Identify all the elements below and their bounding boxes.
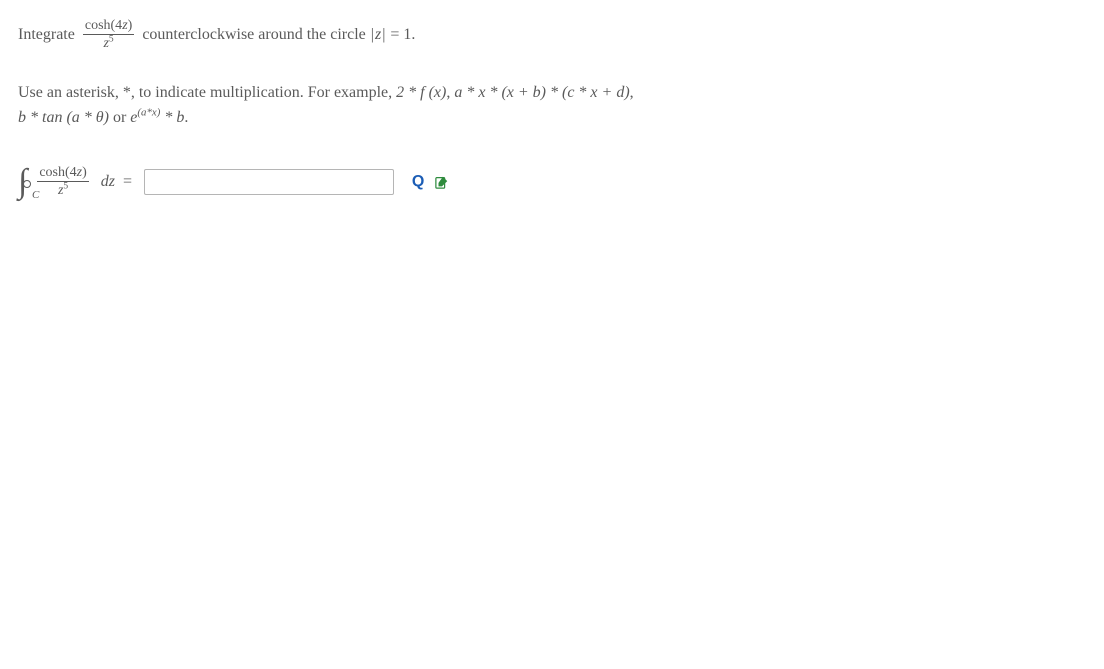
answer-denominator: z5 <box>58 182 68 198</box>
example-4: e(a*x) * b <box>130 109 184 126</box>
answer-input[interactable] <box>144 169 394 195</box>
pencil-box-icon <box>435 175 449 189</box>
example-2: a * x * (x + b) * (c * x + d) <box>454 84 629 101</box>
fraction-denominator: z5 <box>103 35 113 51</box>
answer-numerator: cosh(4z) <box>37 165 88 182</box>
dz-label: dz <box>101 171 115 193</box>
input-instruction: Use an asterisk, *, to indicate multipli… <box>18 80 1086 131</box>
contour-integral-symbol: ∫C <box>18 165 27 199</box>
answer-integrand: cosh(4z) z5 <box>37 165 88 199</box>
text-tail: counterclockwise around the circle |z| =… <box>142 24 415 46</box>
fraction-numerator: cosh(4z) <box>83 18 134 35</box>
answer-row: ∫C cosh(4z) z5 dz = Q <box>18 165 1086 199</box>
input-tools: Q <box>408 172 452 192</box>
example-3: b * tan (a * θ) <box>18 109 109 126</box>
preview-icon[interactable]: Q <box>408 172 428 192</box>
integrand-fraction: cosh(4z) z5 <box>83 18 134 52</box>
text-integrate: Integrate <box>18 24 75 46</box>
problem-statement: Integrate cosh(4z) z5 counterclockwise a… <box>18 18 1086 52</box>
example-1: 2 * f (x) <box>396 84 446 101</box>
equation-editor-icon[interactable] <box>432 172 452 192</box>
equals-sign: = <box>123 171 132 193</box>
